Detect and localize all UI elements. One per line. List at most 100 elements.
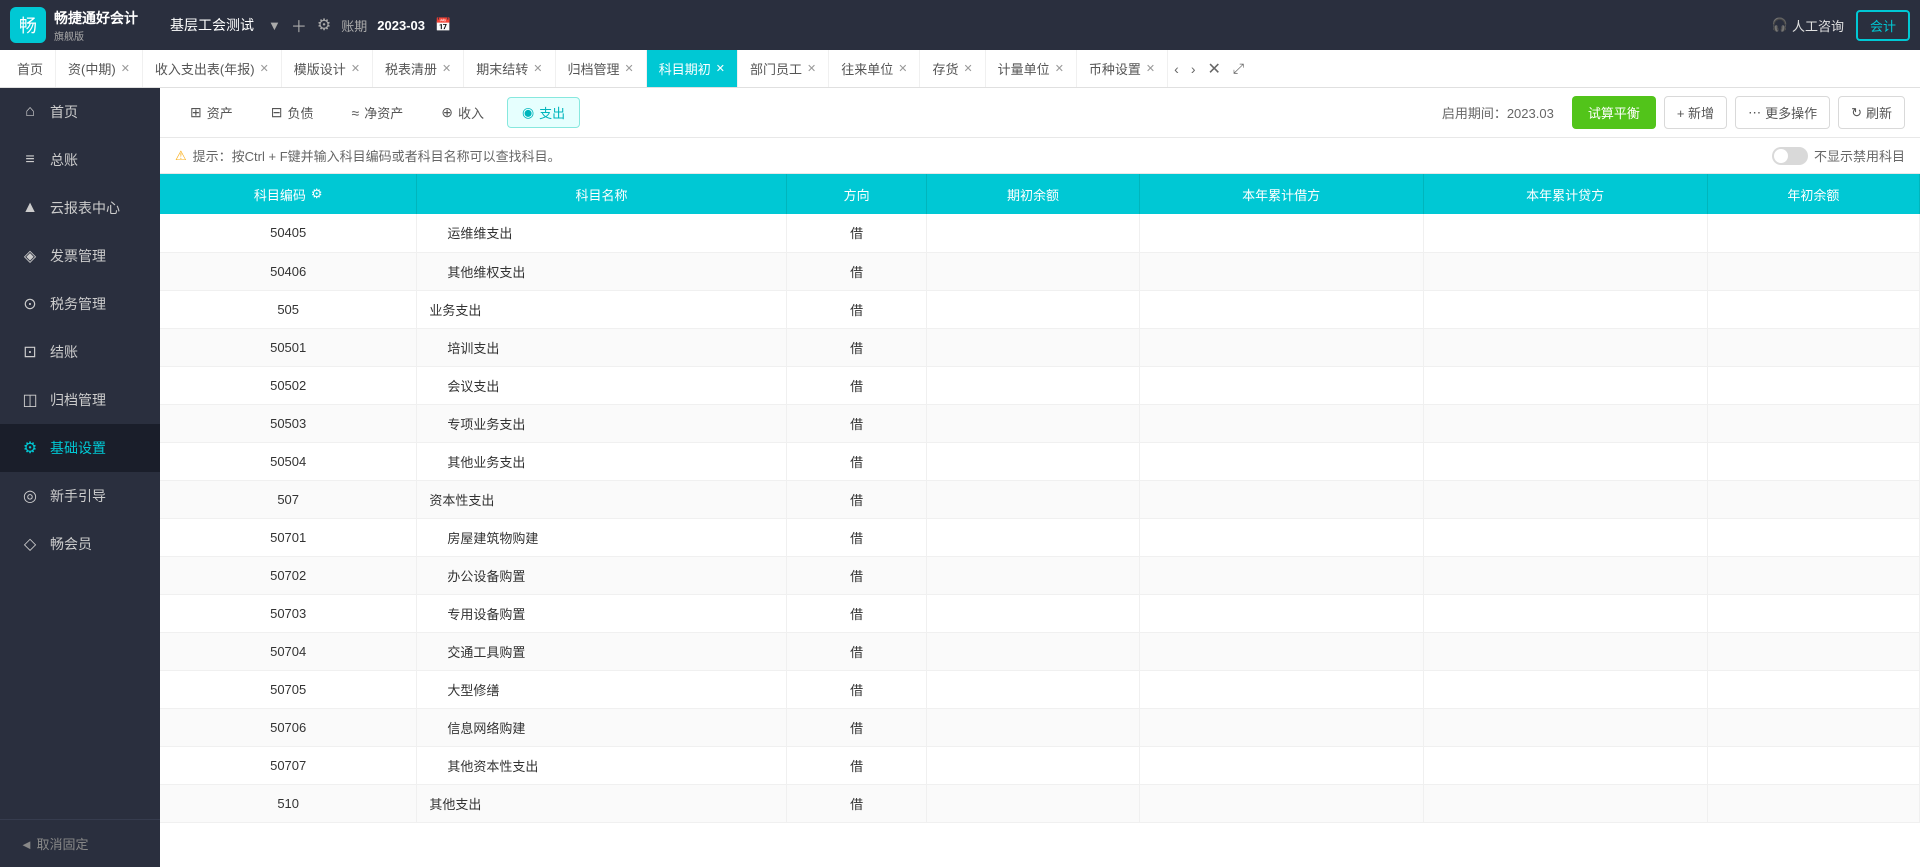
table-row[interactable]: 50502会议支出借 bbox=[160, 366, 1920, 404]
tab-period[interactable]: 期末结转 ✕ bbox=[464, 50, 555, 87]
table-row[interactable]: 50707其他资本性支出借 bbox=[160, 746, 1920, 784]
cell-code: 507 bbox=[160, 480, 417, 518]
account-button[interactable]: 会计 bbox=[1856, 10, 1910, 41]
subtab-equity[interactable]: ≈净资产 bbox=[337, 97, 419, 128]
sidebar-item-ledger[interactable]: ≡总账 bbox=[0, 136, 160, 184]
sidebar-item-report[interactable]: ▲云报表中心 bbox=[0, 184, 160, 232]
tab-close-inventory[interactable]: ✕ bbox=[963, 62, 972, 75]
subtab-expense[interactable]: ◉支出 bbox=[507, 97, 580, 128]
tab-template[interactable]: 模版设计✕ bbox=[282, 50, 373, 87]
calendar-icon[interactable]: 📅 bbox=[435, 17, 451, 33]
subtab-liability[interactable]: ⊟负债 bbox=[256, 97, 329, 128]
tab-home[interactable]: 首页 bbox=[5, 50, 56, 87]
tab-prev-button[interactable]: ‹ bbox=[1168, 61, 1185, 77]
dropdown-arrow-icon[interactable]: ▼ bbox=[268, 18, 281, 33]
th-balance: 期初余额 bbox=[927, 174, 1139, 214]
cell-code: 50504 bbox=[160, 442, 417, 480]
table-row[interactable]: 50701房屋建筑物购建借 bbox=[160, 518, 1920, 556]
subtab-income[interactable]: ⊕收入 bbox=[426, 97, 499, 128]
tab-next-button[interactable]: › bbox=[1185, 61, 1202, 77]
close-all-tabs-button[interactable]: ✕ bbox=[1201, 59, 1226, 79]
tab-dept[interactable]: 部门员工✕ bbox=[738, 50, 829, 87]
sidebar-item-close[interactable]: ⊡结账 bbox=[0, 328, 160, 376]
column-settings-icon[interactable]: ⚙ bbox=[311, 186, 323, 202]
cell-direction: 借 bbox=[786, 404, 927, 442]
refresh-button[interactable]: ↻ 刷新 bbox=[1838, 96, 1905, 129]
tab-close-archive[interactable]: ✕ bbox=[625, 62, 634, 75]
sidebar-item-archive[interactable]: ◫归档管理 bbox=[0, 376, 160, 424]
sidebar-item-invoice[interactable]: ◈发票管理 bbox=[0, 232, 160, 280]
tab-close-dept[interactable]: ✕ bbox=[807, 62, 816, 75]
cell-debit bbox=[1139, 252, 1423, 290]
cell-direction: 借 bbox=[786, 480, 927, 518]
cell-code: 50406 bbox=[160, 252, 417, 290]
settings-icon[interactable]: ⚙ bbox=[317, 15, 331, 35]
tab-close-bs[interactable]: ✕ bbox=[121, 62, 130, 75]
sidebar-item-settings[interactable]: ⚙基础设置 bbox=[0, 424, 160, 472]
tab-close-income[interactable]: ✕ bbox=[260, 62, 269, 75]
table-row[interactable]: 510其他支出借 bbox=[160, 784, 1920, 822]
table-row[interactable]: 50503专项业务支出借 bbox=[160, 404, 1920, 442]
balance-button[interactable]: 试算平衡 bbox=[1572, 96, 1656, 129]
sidebar-item-tax[interactable]: ⊙税务管理 bbox=[0, 280, 160, 328]
cell-code: 505 bbox=[160, 290, 417, 328]
table-row[interactable]: 50705大型修缮借 bbox=[160, 670, 1920, 708]
tab-close-subject[interactable]: ✕ bbox=[716, 62, 725, 75]
tab-label-period: 期末结转 bbox=[476, 59, 528, 78]
tab-close-currency[interactable]: ✕ bbox=[1146, 62, 1155, 75]
tab-close-tax[interactable]: ✕ bbox=[442, 62, 451, 75]
tab-customer[interactable]: 往来单位✕ bbox=[829, 50, 920, 87]
cell-credit bbox=[1423, 404, 1707, 442]
tab-close-template[interactable]: ✕ bbox=[351, 62, 360, 75]
toggle-switch[interactable]: 不显示禁用科目 bbox=[1772, 146, 1905, 165]
nav-icon-ledger: ≡ bbox=[20, 151, 40, 169]
subtab-label-expense: 支出 bbox=[539, 103, 565, 122]
toggle-control[interactable] bbox=[1772, 147, 1808, 165]
table-row[interactable]: 50501培训支出借 bbox=[160, 328, 1920, 366]
cell-direction: 借 bbox=[786, 214, 927, 252]
tab-close-unit[interactable]: ✕ bbox=[1055, 62, 1064, 75]
help-button[interactable]: 🎧 人工咨询 bbox=[1772, 16, 1844, 35]
sidebar-collapse-button[interactable]: ◄ 取消固定 bbox=[0, 819, 160, 867]
table-row[interactable]: 50704交通工具购置借 bbox=[160, 632, 1920, 670]
tab-archive[interactable]: 归档管理✕ bbox=[556, 50, 647, 87]
table-row[interactable]: 50406其他维权支出借 bbox=[160, 252, 1920, 290]
tab-inventory[interactable]: 存货✕ bbox=[920, 50, 985, 87]
sidebar-item-home[interactable]: ⌂首页 bbox=[0, 88, 160, 136]
tab-unit[interactable]: 计量单位✕ bbox=[986, 50, 1077, 87]
sidebar-item-guide[interactable]: ◎新手引导 bbox=[0, 472, 160, 520]
cell-balance bbox=[927, 480, 1139, 518]
cell-balance bbox=[927, 404, 1139, 442]
tab-bs[interactable]: 资(中期)✕ bbox=[56, 50, 143, 87]
tab-close-customer[interactable]: ✕ bbox=[898, 62, 907, 75]
cell-year-balance bbox=[1707, 708, 1919, 746]
sidebar-item-member[interactable]: ◇畅会员 bbox=[0, 520, 160, 568]
more-actions-button[interactable]: ⋯ 更多操作 bbox=[1735, 96, 1830, 129]
table-row[interactable]: 50504其他业务支出借 bbox=[160, 442, 1920, 480]
project-name[interactable]: 基层工会测试 bbox=[170, 15, 254, 35]
tab-subject[interactable]: 科目期初✕ bbox=[647, 50, 738, 87]
cell-credit bbox=[1423, 708, 1707, 746]
table-row[interactable]: 505业务支出借 bbox=[160, 290, 1920, 328]
table-row[interactable]: 50405运维维支出借 bbox=[160, 214, 1920, 252]
cell-name: 运维维支出 bbox=[417, 214, 786, 252]
th-code[interactable]: 科目编码 ⚙ bbox=[160, 174, 417, 214]
table-row[interactable]: 50706信息网络购建借 bbox=[160, 708, 1920, 746]
table-row[interactable]: 50703专用设备购置借 bbox=[160, 594, 1920, 632]
cell-credit bbox=[1423, 556, 1707, 594]
tab-income[interactable]: 收入支出表(年报)✕ bbox=[143, 50, 282, 87]
table-row[interactable]: 507资本性支出借 bbox=[160, 480, 1920, 518]
cell-balance bbox=[927, 746, 1139, 784]
tab-tax[interactable]: 税表清册✕ bbox=[373, 50, 464, 87]
subtab-asset[interactable]: ⊞资产 bbox=[175, 97, 248, 128]
cell-name: 培训支出 bbox=[417, 328, 786, 366]
expand-tabs-button[interactable]: ⤢ bbox=[1227, 60, 1250, 77]
sub-tab-bar: ⊞资产⊟负债≈净资产⊕收入◉支出启用期间：2023.03试算平衡+ 新增⋯ 更多… bbox=[160, 88, 1920, 138]
toggle-knob bbox=[1774, 149, 1788, 163]
nav-label-archive: 归档管理 bbox=[50, 390, 106, 410]
add-project-button[interactable]: ＋ bbox=[291, 13, 307, 37]
tab-close-period[interactable]: ✕ bbox=[533, 62, 542, 75]
tab-currency[interactable]: 币种设置✕ bbox=[1077, 50, 1168, 87]
table-row[interactable]: 50702办公设备购置借 bbox=[160, 556, 1920, 594]
add-button[interactable]: + 新增 bbox=[1664, 96, 1727, 129]
